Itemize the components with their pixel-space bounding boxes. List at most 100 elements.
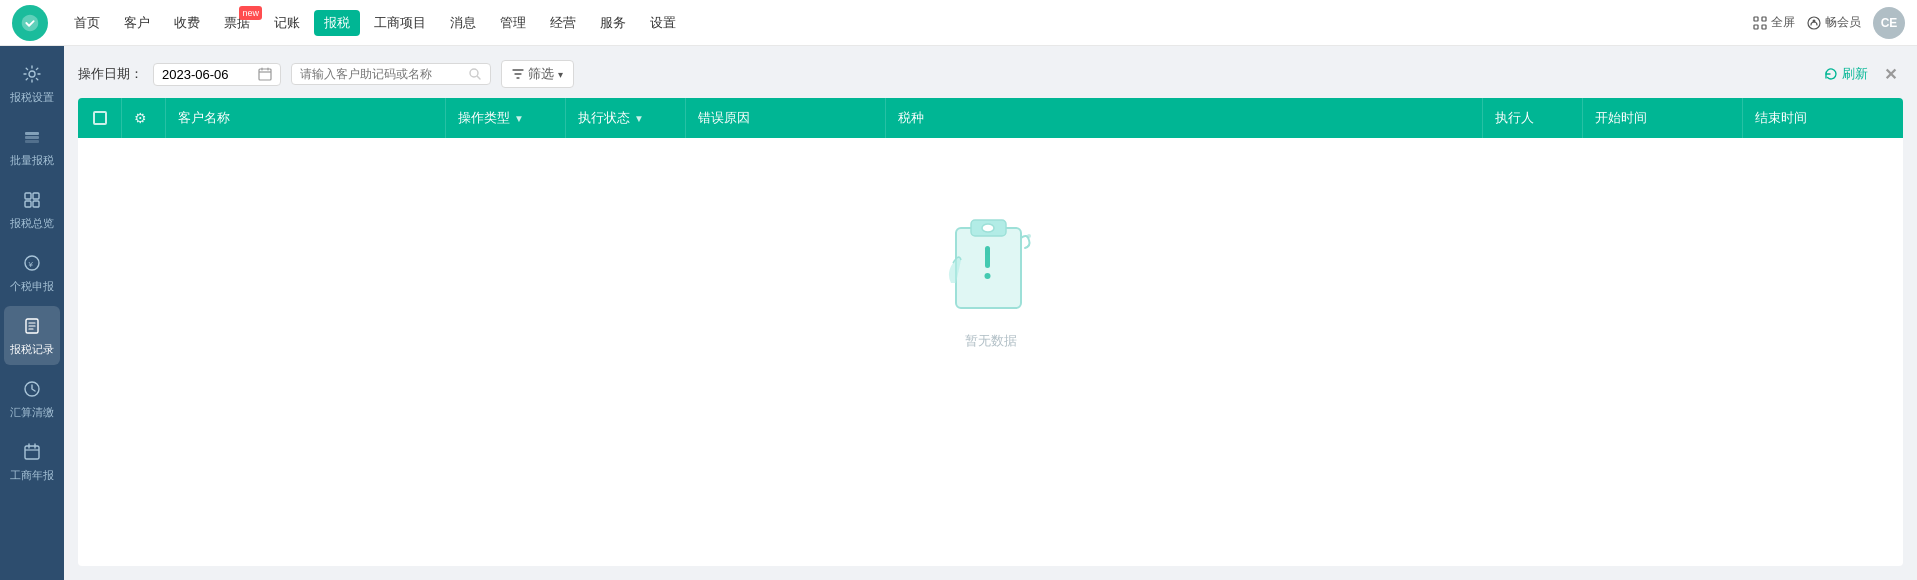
nav-item-首页[interactable]: 首页: [64, 10, 110, 36]
op-type-filter-icon: ▼: [514, 113, 524, 124]
member-button[interactable]: 畅会员: [1807, 14, 1861, 31]
svg-rect-1: [1762, 17, 1766, 21]
sidebar-item-label: 报税设置: [10, 90, 54, 105]
nav-item-经营[interactable]: 经营: [540, 10, 586, 36]
date-input[interactable]: [162, 67, 252, 82]
user-avatar[interactable]: CE: [1873, 7, 1905, 39]
fullscreen-label: 全屏: [1771, 14, 1795, 31]
main-layout: 报税设置批量报税报税总览 ¥ 个税申报报税记录汇算清缴工商年报 操作日期： 筛选 ▾…: [0, 46, 1917, 580]
sidebar-item-工商年报[interactable]: 工商年报: [4, 432, 60, 491]
svg-rect-12: [25, 201, 31, 207]
content-area: 操作日期： 筛选 ▾ 刷新 ✕: [64, 46, 1917, 580]
sidebar-item-报税记录[interactable]: 报税记录: [4, 306, 60, 365]
toolbar: 操作日期： 筛选 ▾ 刷新 ✕: [78, 60, 1903, 88]
select-all-checkbox[interactable]: [93, 111, 107, 125]
member-label: 畅会员: [1825, 14, 1861, 31]
filter-button[interactable]: 筛选 ▾: [501, 60, 574, 88]
th-error-reason: 错误原因: [686, 98, 886, 138]
refresh-button[interactable]: 刷新: [1824, 65, 1868, 83]
sidebar-item-label: 报税总览: [10, 216, 54, 231]
nav-item-消息[interactable]: 消息: [440, 10, 486, 36]
sidebar-item-label: 批量报税: [10, 153, 54, 168]
th-executor: 执行人: [1483, 98, 1583, 138]
th-tax-type: 税种: [886, 98, 1483, 138]
overview-icon: [20, 188, 44, 212]
svg-rect-19: [259, 69, 271, 80]
svg-rect-24: [985, 246, 990, 268]
svg-rect-0: [1754, 17, 1758, 21]
empty-state: 暂无数据: [78, 138, 1903, 390]
column-settings-icon[interactable]: ⚙: [134, 110, 147, 126]
settlement-icon: [20, 377, 44, 401]
batch-icon: [20, 125, 44, 149]
nav-item-客户[interactable]: 客户: [114, 10, 160, 36]
th-client-name: 客户名称: [166, 98, 446, 138]
top-navigation: 首页客户收费票据new记账报税工商项目消息管理经营服务设置 全屏 畅会员 CE: [0, 0, 1917, 46]
settings-icon: [20, 62, 44, 86]
nav-item-设置[interactable]: 设置: [640, 10, 686, 36]
svg-text:¥: ¥: [28, 260, 34, 269]
chevron-down-icon: ▾: [558, 69, 563, 80]
nav-items: 首页客户收费票据new记账报税工商项目消息管理经营服务设置: [64, 10, 1753, 36]
table-header: ⚙ 客户名称 操作类型 ▼ 执行状态 ▼ 错误原因 税种: [78, 98, 1903, 138]
nav-item-工商项目[interactable]: 工商项目: [364, 10, 436, 36]
svg-rect-9: [25, 140, 39, 143]
svg-point-25: [984, 273, 990, 279]
sidebar-item-汇算清缴[interactable]: 汇算清缴: [4, 369, 60, 428]
refresh-label: 刷新: [1842, 65, 1868, 83]
filter-label: 筛选: [528, 65, 554, 83]
top-nav-right: 全屏 畅会员 CE: [1753, 7, 1905, 39]
app-logo[interactable]: [12, 5, 48, 41]
nav-item-管理[interactable]: 管理: [490, 10, 536, 36]
svg-point-23: [982, 224, 994, 232]
svg-point-5: [1813, 19, 1816, 22]
sidebar-item-报税总览[interactable]: 报税总览: [4, 180, 60, 239]
svg-point-26: [1027, 234, 1031, 238]
svg-rect-3: [1762, 25, 1766, 29]
sidebar-item-label: 汇算清缴: [10, 405, 54, 420]
svg-point-4: [1808, 17, 1820, 29]
new-badge: new: [239, 6, 262, 20]
filter-icon: [512, 68, 524, 80]
svg-rect-13: [33, 201, 39, 207]
svg-rect-11: [33, 193, 39, 199]
svg-rect-10: [25, 193, 31, 199]
close-button[interactable]: ✕: [1878, 63, 1903, 86]
nav-item-记账[interactable]: 记账: [264, 10, 310, 36]
fullscreen-button[interactable]: 全屏: [1753, 14, 1795, 31]
nav-item-服务[interactable]: 服务: [590, 10, 636, 36]
nav-item-票据[interactable]: 票据new: [214, 10, 260, 36]
tax-icon: ¥: [20, 251, 44, 275]
th-exec-status[interactable]: 执行状态 ▼: [566, 98, 686, 138]
sidebar-item-label: 工商年报: [10, 468, 54, 483]
empty-icon: [931, 198, 1051, 318]
sidebar-item-个税申报[interactable]: ¥ 个税申报: [4, 243, 60, 302]
nav-item-收费[interactable]: 收费: [164, 10, 210, 36]
nav-item-报税[interactable]: 报税: [314, 10, 360, 36]
svg-rect-7: [25, 132, 39, 135]
refresh-icon: [1824, 67, 1838, 81]
date-label: 操作日期：: [78, 65, 143, 83]
svg-point-6: [29, 71, 35, 77]
svg-rect-8: [25, 136, 39, 139]
th-checkbox: [78, 98, 122, 138]
sidebar-item-批量报税[interactable]: 批量报税: [4, 117, 60, 176]
exec-status-filter-icon: ▼: [634, 113, 644, 124]
search-box[interactable]: [291, 63, 491, 85]
svg-rect-18: [25, 446, 39, 459]
data-table: ⚙ 客户名称 操作类型 ▼ 执行状态 ▼ 错误原因 税种: [78, 98, 1903, 566]
sidebar-item-label: 报税记录: [10, 342, 54, 357]
th-settings: ⚙: [122, 98, 166, 138]
th-op-type[interactable]: 操作类型 ▼: [446, 98, 566, 138]
empty-text: 暂无数据: [965, 332, 1017, 350]
svg-rect-2: [1754, 25, 1758, 29]
date-picker[interactable]: [153, 63, 281, 86]
annual-icon: [20, 440, 44, 464]
calendar-icon: [258, 67, 272, 81]
th-end-time: 结束时间: [1743, 98, 1903, 138]
sidebar-item-报税设置[interactable]: 报税设置: [4, 54, 60, 113]
svg-rect-21: [956, 228, 1021, 308]
sidebar-item-label: 个税申报: [10, 279, 54, 294]
table-body: 暂无数据: [78, 138, 1903, 390]
search-input[interactable]: [300, 67, 462, 81]
